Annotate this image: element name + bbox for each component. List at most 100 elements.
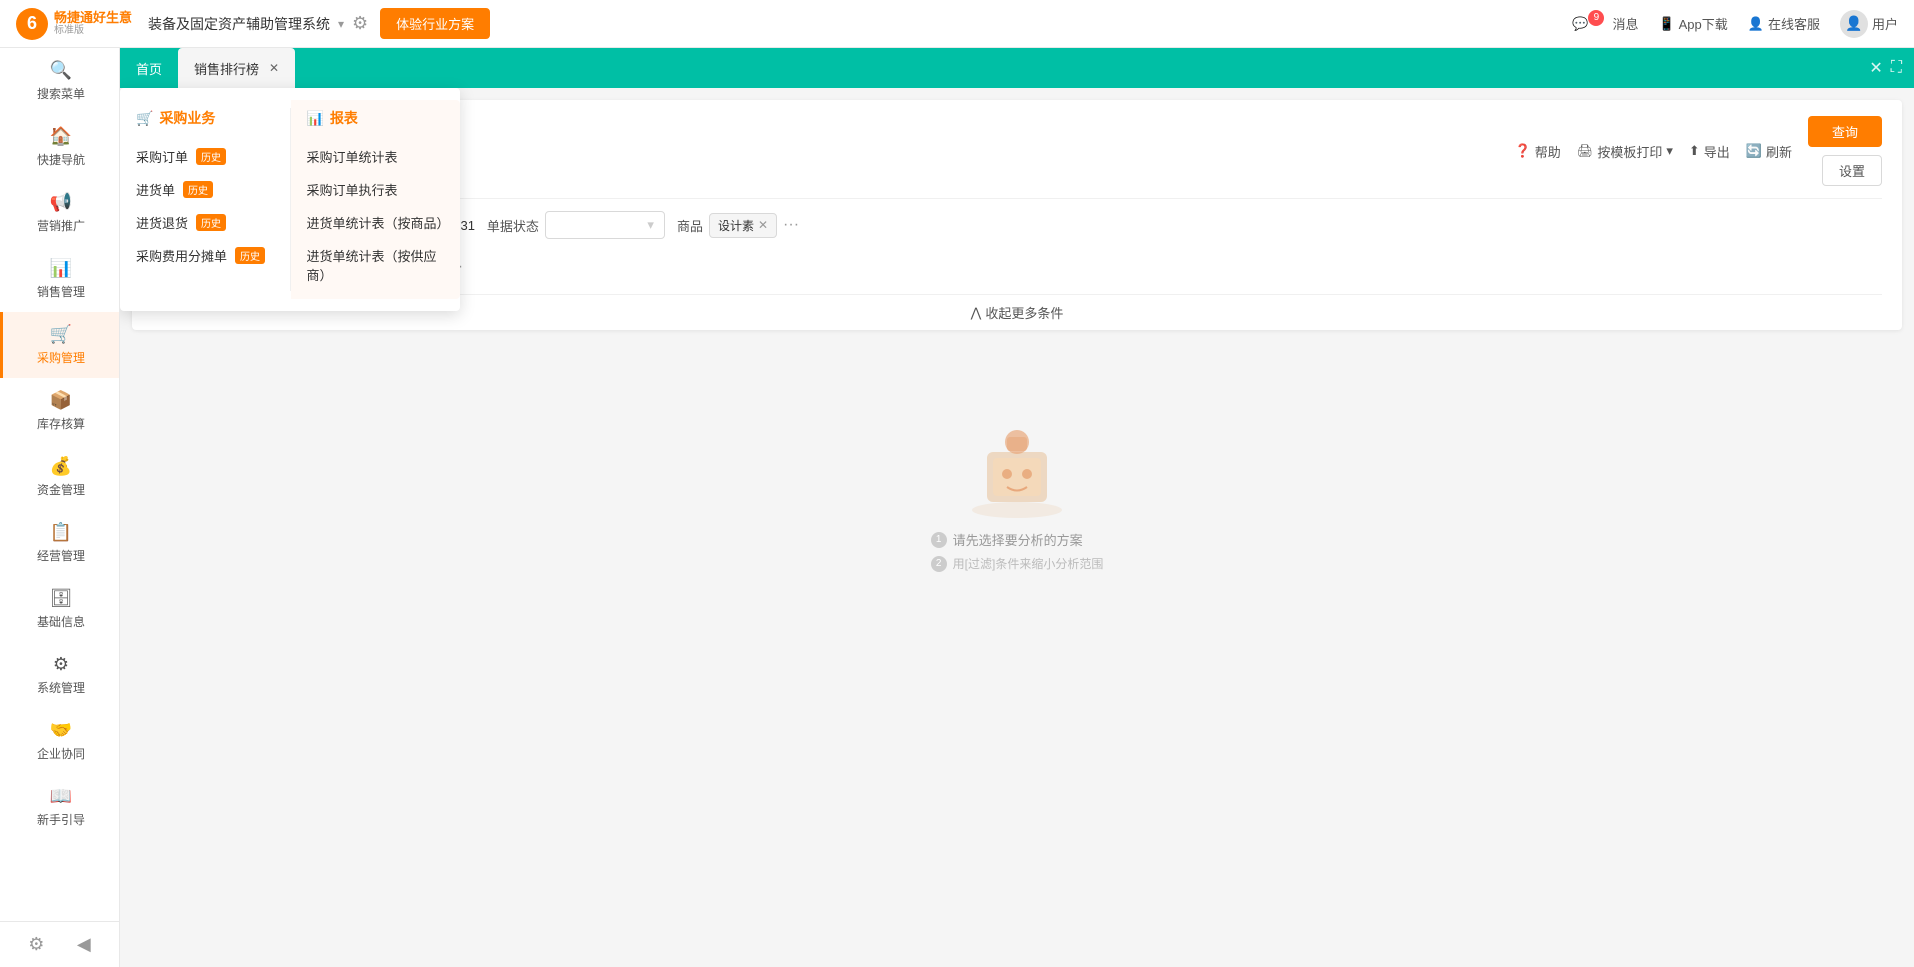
purchase-expense-history: 历史 <box>235 247 265 264</box>
tab-bar: 首页 销售排行榜 ✕ ✕ ⛶ <box>120 48 1914 88</box>
content-area: 首页 销售排行榜 ✕ ✕ ⛶ ❓ 帮助 <box>120 48 1914 967</box>
sys-dropdown-arrow[interactable]: ▾ <box>338 17 344 31</box>
stock-return-item[interactable]: 进货退货 历史 <box>136 206 274 239</box>
sidebar: 🔍 搜索菜单 🏠 快捷导航 📢 营销推广 📊 销售管理 🛒 采购管理 📦 库存核… <box>0 48 120 967</box>
user-label: 用户 <box>1872 14 1898 33</box>
sidebar-item-procurement[interactable]: 🛒 采购管理 <box>0 312 119 378</box>
app-download-action[interactable]: 📱 App下载 <box>1658 14 1727 33</box>
print-arrow: ▾ <box>1666 143 1673 159</box>
purchase-order-label: 采购订单 <box>136 147 188 166</box>
purchase-order-stats-label: 采购订单统计表 <box>307 147 398 166</box>
message-action[interactable]: 💬 9 消息 <box>1572 14 1638 33</box>
sidebar-item-label: 企业协同 <box>37 745 85 762</box>
search-icon: 🔍 <box>50 60 72 81</box>
goods-tag-close-icon[interactable]: ✕ <box>758 218 768 232</box>
header-right: 💬 9 消息 📱 App下载 👤 在线客服 👤 用户 <box>1572 10 1898 38</box>
phone-icon: 📱 <box>1658 16 1674 32</box>
query-button[interactable]: 查询 <box>1808 116 1882 147</box>
newbie-icon: 📖 <box>50 786 72 807</box>
sidebar-item-label: 基础信息 <box>37 613 85 630</box>
status-select[interactable]: ▾ <box>545 211 665 239</box>
sys-title-area: 装备及固定资产辅助管理系统 ▾ ⚙ <box>148 13 368 34</box>
procurement-dropdown: 🛒 采购业务 采购订单 历史 进货单 历史 进货退货 历史 <box>120 88 460 311</box>
purchase-col-icon: 🛒 <box>136 110 153 127</box>
finance-icon: 💰 <box>50 456 72 477</box>
purchase-order-stats-item[interactable]: 采购订单统计表 <box>307 140 445 173</box>
sidebar-item-label: 经营管理 <box>37 547 85 564</box>
settings-button[interactable]: 设置 <box>1822 155 1882 186</box>
stock-return-label: 进货退货 <box>136 213 188 232</box>
help-action[interactable]: ❓ 帮助 <box>1515 142 1561 161</box>
goods-label: 商品 <box>677 216 703 235</box>
purchase-order-item[interactable]: 采购订单 历史 <box>136 140 274 173</box>
help-icon: ❓ <box>1515 143 1531 159</box>
tab-close-icon[interactable]: ✕ <box>269 61 279 75</box>
sidebar-item-inventory[interactable]: 📦 库存核算 <box>0 378 119 444</box>
stock-in-stats-goods-item[interactable]: 进货单统计表（按商品） <box>307 206 445 239</box>
footer-collapse-icon[interactable]: ◀ <box>77 934 91 955</box>
report-col-label: 报表 <box>330 108 358 128</box>
purchase-order-exec-item[interactable]: 采购订单执行表 <box>307 173 445 206</box>
stock-in-label: 进货单 <box>136 180 175 199</box>
user-action[interactable]: 👤 用户 <box>1840 10 1898 38</box>
empty-hint2: 用[过滤]条件来缩小分析范围 <box>953 555 1104 572</box>
tab-sales-ranking[interactable]: 销售排行榜 ✕ <box>178 48 295 88</box>
tab-home[interactable]: 首页 <box>120 48 178 88</box>
message-badge: 9 <box>1588 10 1604 26</box>
empty-hint1: 请先选择要分析的方案 <box>953 530 1083 549</box>
hint2-num: 2 <box>931 556 947 572</box>
dropdown-report-col: 📊 报表 采购订单统计表 采购订单执行表 进货单统计表（按商品） 进货单统计表（… <box>291 100 461 299</box>
tab-expand-icon[interactable]: ⛶ <box>1891 59 1902 77</box>
empty-state: 1 请先选择要分析的方案 2 用[过滤]条件来缩小分析范围 <box>120 342 1914 652</box>
sidebar-item-search[interactable]: 🔍 搜索菜单 <box>0 48 119 114</box>
tab-home-label: 首页 <box>136 59 162 78</box>
logo-title: 畅捷通好生意 <box>54 10 132 26</box>
inventory-icon: 📦 <box>50 390 72 411</box>
print-action[interactable]: 🖨 按模板打印 ▾ <box>1577 142 1673 161</box>
sidebar-item-operations[interactable]: 📋 经营管理 <box>0 510 119 576</box>
top-header: 6 畅捷通好生意 标准版 装备及固定资产辅助管理系统 ▾ ⚙ 体验行业方案 💬 … <box>0 0 1914 48</box>
app-label: App下载 <box>1679 14 1728 33</box>
logo-area: 6 畅捷通好生意 标准版 <box>16 8 136 40</box>
refresh-label: 刷新 <box>1766 142 1792 161</box>
sidebar-item-label: 库存核算 <box>37 415 85 432</box>
sidebar-item-label: 搜索菜单 <box>37 85 85 102</box>
sidebar-item-label: 快捷导航 <box>37 151 85 168</box>
sidebar-item-enterprise[interactable]: 🤝 企业协同 <box>0 708 119 774</box>
report-col-title: 📊 报表 <box>307 108 445 128</box>
refresh-action[interactable]: 🔄 刷新 <box>1746 142 1792 161</box>
sys-title: 装备及固定资产辅助管理系统 <box>148 14 330 34</box>
message-icon: 💬 <box>1572 16 1588 32</box>
logo-icon: 6 <box>16 8 48 40</box>
footer-settings-icon[interactable]: ⚙ <box>28 934 44 955</box>
dropdown-columns: 🛒 采购业务 采购订单 历史 进货单 历史 进货退货 历史 <box>120 100 460 299</box>
dropdown-purchase-col: 🛒 采购业务 采购订单 历史 进货单 历史 进货退货 历史 <box>120 100 290 299</box>
online-service-action[interactable]: 👤 在线客服 <box>1748 14 1820 33</box>
home-icon: 🏠 <box>50 126 72 147</box>
tab-sales-ranking-label: 销售排行榜 <box>194 59 259 78</box>
stock-in-stats-supplier-item[interactable]: 进货单统计表（按供应商） <box>307 239 445 291</box>
goods-tag: 设计素 ✕ <box>709 213 777 238</box>
sidebar-item-newbie[interactable]: 📖 新手引导 <box>0 774 119 840</box>
sidebar-item-system[interactable]: ⚙ 系统管理 <box>0 642 119 708</box>
sys-settings-icon[interactable]: ⚙ <box>352 13 368 34</box>
export-label: 导出 <box>1704 142 1730 161</box>
empty-icon <box>957 422 1077 522</box>
goods-more-icon[interactable]: ··· <box>783 216 799 234</box>
tab-close-window-icon[interactable]: ✕ <box>1869 58 1882 78</box>
export-action[interactable]: ⬆ 导出 <box>1689 142 1730 161</box>
sidebar-item-basic[interactable]: 🗄 基础信息 <box>0 576 119 642</box>
trial-button[interactable]: 体验行业方案 <box>380 8 490 39</box>
sidebar-item-label: 新手引导 <box>37 811 85 828</box>
collapse-up-icon: ⋀ <box>971 305 982 321</box>
enterprise-icon: 🤝 <box>50 720 72 741</box>
sidebar-item-marketing[interactable]: 📢 营销推广 <box>0 180 119 246</box>
purchase-expense-item[interactable]: 采购费用分摊单 历史 <box>136 239 274 272</box>
stock-in-item[interactable]: 进货单 历史 <box>136 173 274 206</box>
sidebar-item-finance[interactable]: 💰 资金管理 <box>0 444 119 510</box>
sidebar-item-quick[interactable]: 🏠 快捷导航 <box>0 114 119 180</box>
sidebar-item-label: 销售管理 <box>37 283 85 300</box>
refresh-icon: 🔄 <box>1746 143 1762 159</box>
sidebar-item-label: 系统管理 <box>37 679 85 696</box>
sidebar-item-sales[interactable]: 📊 销售管理 <box>0 246 119 312</box>
